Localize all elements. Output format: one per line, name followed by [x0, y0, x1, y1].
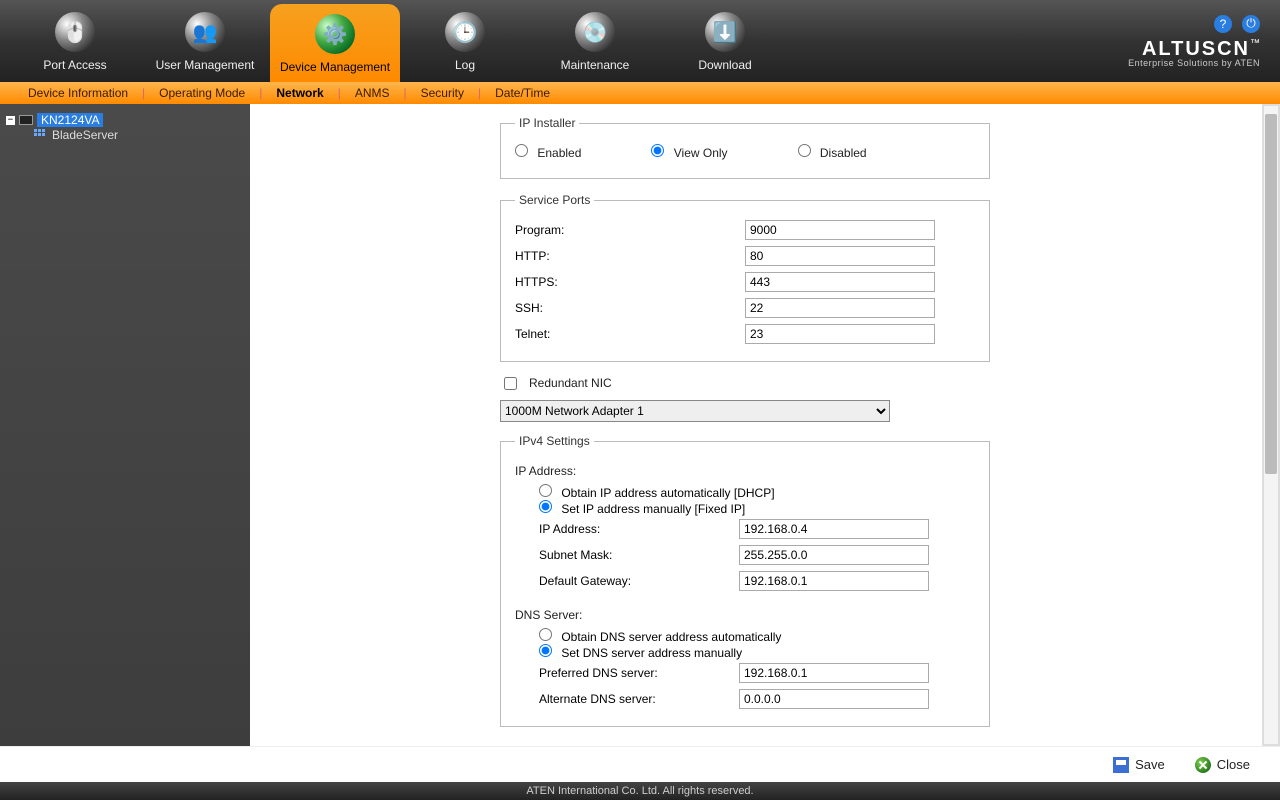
preferred-dns-input[interactable] — [739, 663, 929, 683]
preferred-dns-label: Preferred DNS server: — [539, 666, 739, 680]
redundant-nic-checkbox[interactable] — [504, 377, 517, 390]
nav-user-management[interactable]: 👥 User Management — [140, 8, 270, 82]
ip-address-section-label: IP Address: — [515, 464, 975, 478]
nav-label: Maintenance — [530, 58, 660, 72]
ipinstaller-viewonly[interactable]: View Only — [651, 144, 727, 160]
subnav-operating-mode[interactable]: Operating Mode — [145, 86, 259, 100]
nav-log[interactable]: 🕒 Log — [400, 8, 530, 82]
vertical-scrollbar[interactable] — [1262, 104, 1280, 746]
sub-nav: Device Information| Operating Mode| Netw… — [0, 82, 1280, 104]
brand-tagline: Enterprise Solutions by ATEN — [1128, 59, 1260, 68]
https-input[interactable] — [745, 272, 935, 292]
scrollbar-thumb[interactable] — [1265, 114, 1277, 474]
nav-maintenance[interactable]: 💿 Maintenance — [530, 8, 660, 82]
nav-label: Log — [400, 58, 530, 72]
dns-server-section-label: DNS Server: — [515, 608, 975, 622]
subnav-anms[interactable]: ANMS — [341, 86, 404, 100]
ssh-label: SSH: — [515, 301, 745, 315]
nav-label: Download — [660, 58, 790, 72]
service-ports-group: Service Ports Program: HTTP: HTTPS: SSH:… — [500, 193, 990, 362]
save-button[interactable]: Save — [1113, 757, 1165, 773]
nav-label: Port Access — [10, 58, 140, 72]
ipinstaller-disabled[interactable]: Disabled — [798, 144, 867, 160]
download-icon: ⬇️ — [705, 12, 745, 52]
help-icon[interactable]: ? — [1214, 15, 1232, 33]
close-button[interactable]: Close — [1195, 757, 1250, 773]
https-label: HTTPS: — [515, 275, 745, 289]
logout-icon[interactable]: ⏻ — [1242, 15, 1260, 33]
ipv4-settings-group: IPv4 Settings IP Address: Obtain IP addr… — [500, 434, 990, 727]
ip-address-input[interactable] — [739, 519, 929, 539]
subnav-security[interactable]: Security — [407, 86, 478, 100]
device-icon — [19, 115, 33, 125]
subnet-mask-label: Subnet Mask: — [539, 548, 739, 562]
nav-label: Device Management — [270, 60, 400, 74]
ip-fixed-option[interactable]: Set IP address manually [Fixed IP] — [539, 502, 745, 516]
redundant-nic-label: Redundant NIC — [529, 376, 612, 390]
nav-download[interactable]: ⬇️ Download — [660, 8, 790, 82]
subnet-mask-input[interactable] — [739, 545, 929, 565]
save-icon — [1113, 757, 1129, 773]
alternate-dns-input[interactable] — [739, 689, 929, 709]
content-pane: IP Installer Enabled View Only Disabled … — [250, 104, 1262, 746]
ip-dhcp-option[interactable]: Obtain IP address automatically [DHCP] — [539, 486, 775, 500]
bladeserver-icon — [34, 129, 46, 141]
ssh-input[interactable] — [745, 298, 935, 318]
ip-installer-legend: IP Installer — [515, 116, 579, 130]
subnav-datetime[interactable]: Date/Time — [481, 86, 564, 100]
device-tree: − KN2124VA BladeServer — [0, 104, 250, 746]
telnet-input[interactable] — [745, 324, 935, 344]
bottom-bar: Save Close — [0, 746, 1280, 782]
top-nav: 🖱️ Port Access 👥 User Management ⚙️ Devi… — [0, 0, 1280, 82]
dns-manual-option[interactable]: Set DNS server address manually — [539, 646, 742, 660]
ip-address-label: IP Address: — [539, 522, 739, 536]
log-icon: 🕒 — [445, 12, 485, 52]
ipinstaller-enabled[interactable]: Enabled — [515, 144, 581, 160]
tree-child-label: BladeServer — [52, 128, 118, 142]
telnet-label: Telnet: — [515, 327, 745, 341]
ip-installer-group: IP Installer Enabled View Only Disabled — [500, 116, 990, 179]
network-adapter-select[interactable]: 1000M Network Adapter 1 — [500, 400, 890, 422]
ipv4-legend: IPv4 Settings — [515, 434, 594, 448]
nav-label: User Management — [140, 58, 270, 72]
footer-text: ATEN International Co. Ltd. All rights r… — [0, 782, 1280, 800]
tree-root-label: KN2124VA — [37, 113, 103, 127]
service-ports-legend: Service Ports — [515, 193, 594, 207]
maintenance-icon: 💿 — [575, 12, 615, 52]
tree-root[interactable]: − KN2124VA — [4, 112, 246, 128]
device-management-icon: ⚙️ — [315, 14, 355, 54]
tree-collapse-icon[interactable]: − — [6, 116, 15, 125]
nav-device-management[interactable]: ⚙️ Device Management — [270, 4, 400, 82]
user-management-icon: 👥 — [185, 12, 225, 52]
program-input[interactable] — [745, 220, 935, 240]
dns-auto-option[interactable]: Obtain DNS server address automatically — [539, 630, 781, 644]
brand-name: ALTUSCN — [1142, 38, 1250, 60]
http-input[interactable] — [745, 246, 935, 266]
http-label: HTTP: — [515, 249, 745, 263]
port-access-icon: 🖱️ — [55, 12, 95, 52]
brand-logo: ALTUSCN™ Enterprise Solutions by ATEN — [1128, 39, 1270, 68]
default-gateway-label: Default Gateway: — [539, 574, 739, 588]
tree-child[interactable]: BladeServer — [34, 128, 246, 142]
subnav-device-information[interactable]: Device Information — [14, 86, 142, 100]
nav-port-access[interactable]: 🖱️ Port Access — [10, 8, 140, 82]
alternate-dns-label: Alternate DNS server: — [539, 692, 739, 706]
default-gateway-input[interactable] — [739, 571, 929, 591]
subnav-network[interactable]: Network — [262, 86, 337, 100]
program-label: Program: — [515, 223, 745, 237]
close-icon — [1195, 757, 1211, 773]
